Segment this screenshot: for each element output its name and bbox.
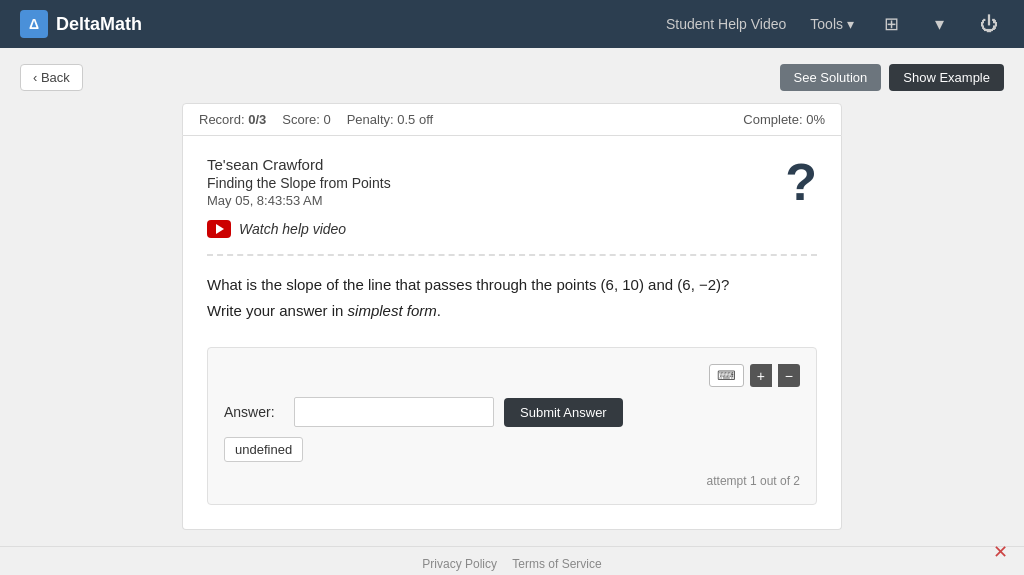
footer: Privacy Policy Terms of Service Copyrigh… (0, 546, 1024, 575)
answer-area: ⌨ + − Answer: Submit Answer undefined at… (207, 347, 817, 505)
brand-icon: Δ (20, 10, 48, 38)
score-label: Score: 0 (282, 112, 330, 127)
question-mark-icon: ? (785, 156, 817, 208)
tools-arrow-icon: ▾ (847, 16, 854, 32)
logout-button[interactable]: ⏻ (974, 10, 1004, 39)
simplest-form-em: simplest form (348, 302, 437, 319)
show-example-button[interactable]: Show Example (889, 64, 1004, 91)
back-button[interactable]: ‹ Back (20, 64, 83, 91)
footer-links: Privacy Policy Terms of Service (10, 557, 1014, 571)
brand-name: DeltaMath (56, 14, 142, 35)
record-left: Record: 0/3 Score: 0 Penalty: 0.5 off (199, 112, 433, 127)
play-icon (216, 224, 224, 234)
record-label: Record: 0/3 (199, 112, 266, 127)
answer-label: Answer: (224, 404, 284, 420)
calculator-button[interactable]: ⊞ (878, 9, 905, 39)
main-area: ‹ Back See Solution Show Example Record:… (0, 48, 1024, 546)
record-bar: Record: 0/3 Score: 0 Penalty: 0.5 off Co… (182, 103, 842, 136)
attempt-text: attempt 1 out of 2 (224, 474, 800, 488)
chevron-down-icon[interactable]: ▾ (929, 9, 950, 39)
complete: Complete: 0% (743, 112, 825, 127)
help-video-link[interactable]: Watch help video (207, 220, 817, 238)
question-text: What is the slope of the line that passe… (207, 276, 729, 293)
score-value: 0 (323, 112, 330, 127)
brand: Δ DeltaMath (20, 10, 142, 38)
answer-row: Answer: Submit Answer (224, 397, 800, 427)
terms-of-service-link[interactable]: Terms of Service (512, 557, 601, 571)
navbar: Δ DeltaMath Student Help Video Tools ▾ ⊞… (0, 0, 1024, 48)
student-help-video-link[interactable]: Student Help Video (666, 16, 786, 32)
problem-text: What is the slope of the line that passe… (207, 272, 817, 323)
close-icon[interactable]: ✕ (993, 541, 1008, 563)
youtube-icon (207, 220, 231, 238)
answer-input[interactable] (294, 397, 494, 427)
problem-title: Finding the Slope from Points (207, 175, 817, 191)
instruction-text: Write your answer in simplest form. (207, 302, 441, 319)
zoom-out-button[interactable]: − (778, 364, 800, 387)
tools-menu[interactable]: Tools ▾ (810, 16, 854, 32)
penalty-label: Penalty: 0.5 off (347, 112, 434, 127)
undefined-tag: undefined (224, 437, 303, 462)
zoom-in-button[interactable]: + (750, 364, 772, 387)
complete-value: 0% (806, 112, 825, 127)
answer-toolbar: ⌨ + − (224, 364, 800, 387)
watch-help-video-label: Watch help video (239, 221, 346, 237)
see-solution-button[interactable]: See Solution (780, 64, 882, 91)
toolbar-right: See Solution Show Example (780, 64, 1004, 91)
tools-label: Tools (810, 16, 843, 32)
penalty-value: 0.5 off (397, 112, 433, 127)
student-name: Te'sean Crawford (207, 156, 817, 173)
submit-answer-button[interactable]: Submit Answer (504, 398, 623, 427)
navbar-right: Student Help Video Tools ▾ ⊞ ▾ ⏻ (666, 9, 1004, 39)
toolbar-row: ‹ Back See Solution Show Example (20, 64, 1004, 91)
keyboard-icon-button[interactable]: ⌨ (709, 364, 744, 387)
privacy-policy-link[interactable]: Privacy Policy (422, 557, 497, 571)
record-value: 0/3 (248, 112, 266, 127)
problem-card: ? Te'sean Crawford Finding the Slope fro… (182, 136, 842, 530)
section-divider (207, 254, 817, 256)
problem-date: May 05, 8:43:53 AM (207, 193, 817, 208)
